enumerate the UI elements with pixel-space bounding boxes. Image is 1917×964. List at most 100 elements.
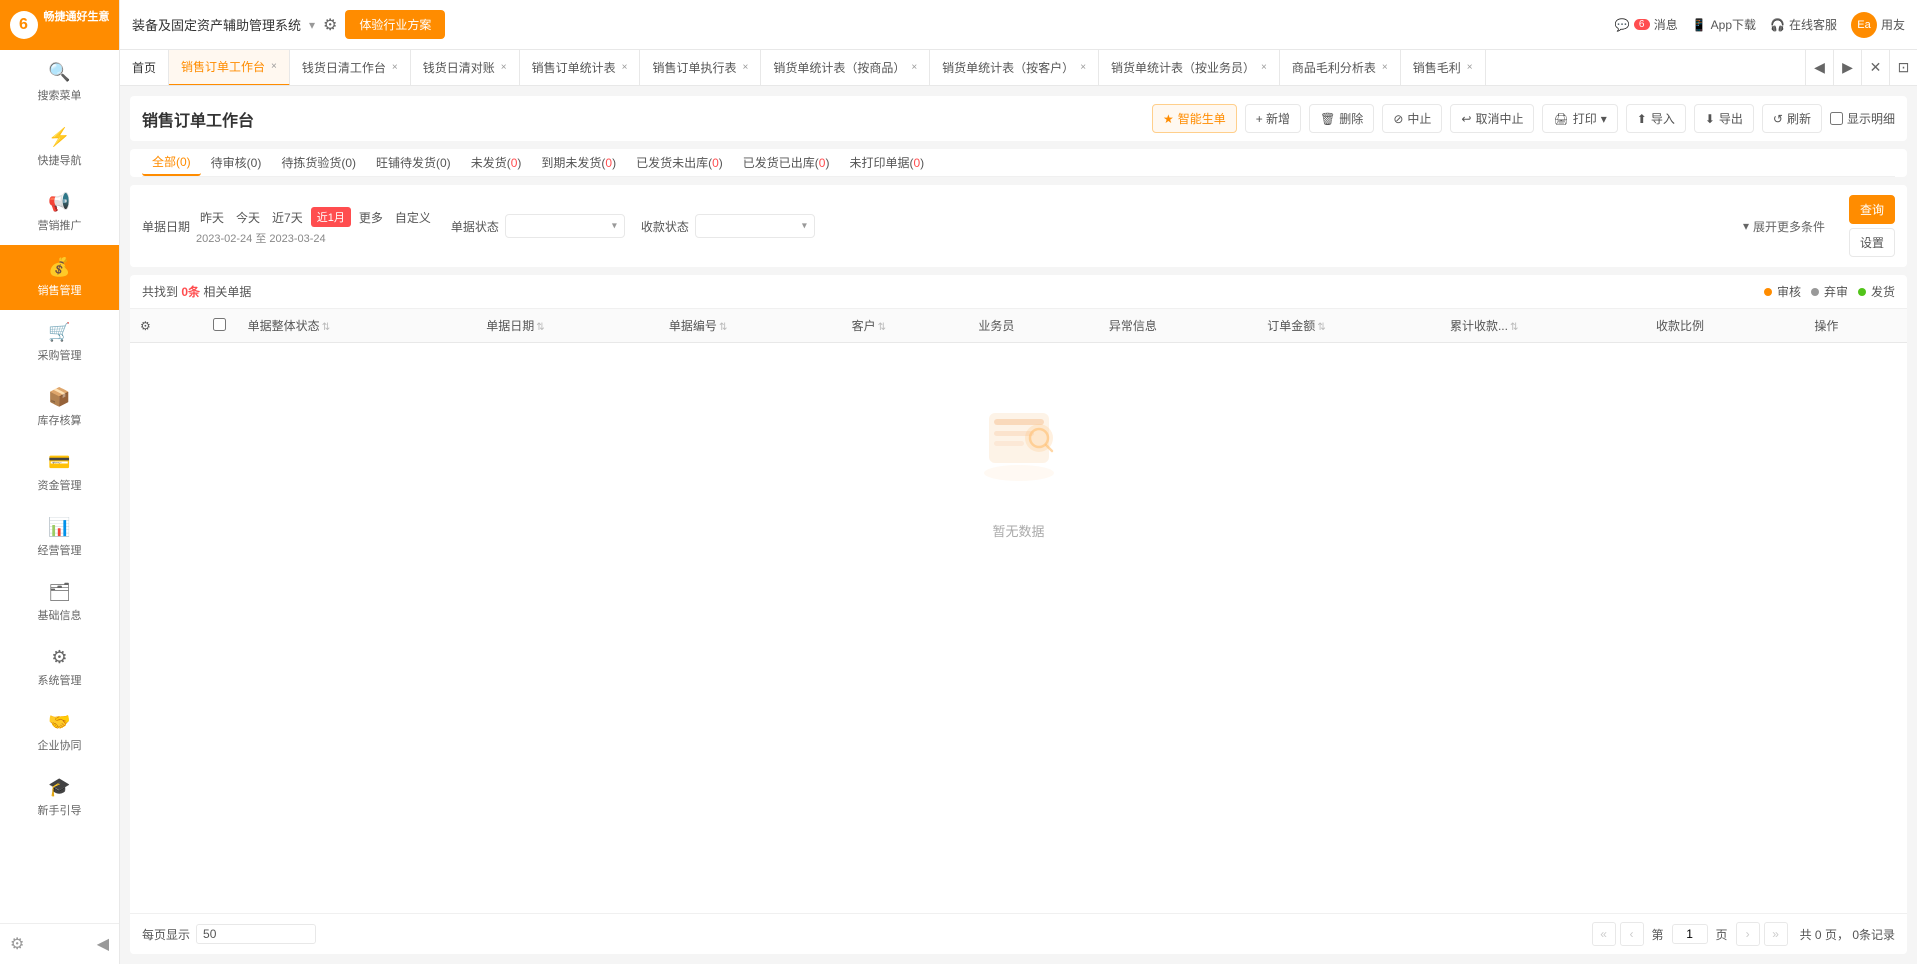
filter-expand-btn[interactable]: ▾ 展开更多条件	[1743, 218, 1825, 235]
sidebar-item-system[interactable]: ⚙系统管理	[0, 635, 119, 700]
sidebar-item-operations[interactable]: 📊经营管理	[0, 505, 119, 570]
filter-date-opt-today[interactable]: 今天	[232, 207, 264, 228]
topbar-dropdown-icon[interactable]: ▾	[309, 18, 315, 32]
next-page-btn[interactable]: ›	[1736, 922, 1760, 946]
col-header-number[interactable]: 单据编号⇅	[659, 309, 842, 343]
select-all-checkbox[interactable]	[213, 318, 226, 331]
sidebar-collapse-icon[interactable]: ◀	[97, 934, 109, 954]
tab-close-sales-by-staff[interactable]: ×	[1261, 62, 1267, 73]
tab-close-all-btn[interactable]: ✕	[1861, 50, 1889, 86]
tab-close-gross-margin[interactable]: ×	[1382, 62, 1388, 73]
filter-date-options: 昨天今天近7天近1月更多自定义	[196, 207, 435, 228]
tab-sales-more[interactable]: 销售毛利×	[1401, 50, 1486, 86]
current-page-input[interactable]: 1	[1672, 924, 1708, 944]
tab-gross-margin[interactable]: 商品毛利分析表×	[1280, 50, 1401, 86]
sidebar-item-guide[interactable]: 🎓新手引导	[0, 765, 119, 830]
filter-date-opt-custom[interactable]: 自定义	[391, 207, 435, 228]
user-btn[interactable]: Ea 用友	[1851, 12, 1905, 38]
message-btn[interactable]: 💬 6 消息	[1615, 16, 1678, 33]
tab-expand-btn[interactable]: ⊡	[1889, 50, 1917, 86]
col-header-status[interactable]: 单据整体状态⇅	[238, 309, 477, 343]
subtab-wangpu-shipping[interactable]: 旺铺待发货(0)	[366, 150, 461, 175]
smart-gen-btn[interactable]: ★ 智能生单	[1152, 104, 1237, 133]
tab-sales-workbench[interactable]: 销售订单工作台×	[169, 50, 290, 86]
sidebar: 6 畅捷通好生意 标准版 🔍搜索菜单⚡快捷导航📢营销推广💰销售管理🛒采购管理📦库…	[0, 0, 120, 964]
subtab-pending-inspect[interactable]: 待拣货验货(0)	[271, 150, 366, 175]
show-detail-checkbox[interactable]	[1830, 112, 1843, 125]
tab-sales-by-staff[interactable]: 销货单统计表（按业务员）×	[1099, 50, 1280, 86]
tab-sales-by-customer[interactable]: 销货单统计表（按客户）×	[930, 50, 1099, 86]
topbar-gear-icon[interactable]: ⚙	[323, 15, 337, 35]
filter-date-opt-more[interactable]: 更多	[355, 207, 387, 228]
app-download-btn[interactable]: 📱 App下载	[1692, 16, 1756, 33]
tab-close-cash-daily[interactable]: ×	[392, 62, 398, 73]
reject-action[interactable]: 弃审	[1811, 283, 1848, 300]
tab-close-sales-exec[interactable]: ×	[742, 62, 748, 73]
tab-scroll-right-btn[interactable]: ▶	[1833, 50, 1861, 86]
show-detail-label: 显示明细	[1847, 110, 1895, 127]
filter-date-opt-yesterday[interactable]: 昨天	[196, 207, 228, 228]
col-header-amount[interactable]: 订单金额⇅	[1257, 309, 1440, 343]
col-header-date[interactable]: 单据日期⇅	[476, 309, 659, 343]
col-header-cumulative[interactable]: 累计收款...⇅	[1440, 309, 1646, 343]
tab-close-sales-by-product[interactable]: ×	[911, 62, 917, 73]
tab-sales-by-product[interactable]: 销货单统计表（按商品）×	[761, 50, 930, 86]
subtab-not-printed[interactable]: 未打印单据(0)	[839, 150, 934, 175]
last-page-btn[interactable]: »	[1764, 922, 1788, 946]
sidebar-item-enterprise[interactable]: 🤝企业协同	[0, 700, 119, 765]
delete-btn[interactable]: 🗑 删除	[1309, 104, 1374, 133]
filter-date-opt-last1m[interactable]: 近1月	[311, 207, 351, 227]
filter-status-select[interactable]	[505, 214, 625, 238]
sidebar-item-quicknav[interactable]: ⚡快捷导航	[0, 115, 119, 180]
tab-home[interactable]: 首页	[120, 50, 169, 86]
ship-action[interactable]: 发货	[1858, 283, 1895, 300]
subtab-shipped-out[interactable]: 已发货已出库(0)	[733, 150, 840, 175]
tab-close-sales-more[interactable]: ×	[1467, 62, 1473, 73]
sidebar-settings-icon[interactable]: ⚙	[10, 934, 24, 954]
subtab-expired-not-shipped[interactable]: 到期未发货(0)	[531, 150, 626, 175]
new-btn[interactable]: + 新增	[1245, 104, 1301, 133]
tab-sales-exec[interactable]: 销售订单执行表×	[640, 50, 761, 86]
sidebar-item-marketing[interactable]: 📢营销推广	[0, 180, 119, 245]
show-detail-checkbox-label[interactable]: 显示明细	[1830, 110, 1895, 127]
query-btn[interactable]: 查询	[1849, 195, 1895, 224]
sidebar-item-finance[interactable]: 💳资金管理	[0, 440, 119, 505]
tab-close-cash-reconcile[interactable]: ×	[501, 62, 507, 73]
sidebar-item-sales[interactable]: 💰销售管理	[0, 245, 119, 310]
sidebar-item-purchase[interactable]: 🛒采购管理	[0, 310, 119, 375]
tab-scroll-left-btn[interactable]: ◀	[1805, 50, 1833, 86]
sidebar-item-inventory[interactable]: 📦库存核算	[0, 375, 119, 440]
prev-page-btn[interactable]: ‹	[1620, 922, 1644, 946]
refresh-btn[interactable]: ↺ 刷新	[1762, 104, 1822, 133]
filter-expand-label: 展开更多条件	[1753, 218, 1825, 235]
tab-cash-reconcile[interactable]: 钱货日清对账×	[411, 50, 520, 86]
subtab-all[interactable]: 全部(0)	[142, 149, 201, 176]
tab-close-sales-workbench[interactable]: ×	[271, 61, 277, 72]
cancel-stop-btn[interactable]: ↩ 取消中止	[1450, 104, 1534, 133]
subtab-pending-review[interactable]: 待审核(0)	[201, 150, 272, 175]
page-size-select[interactable]: 102050100	[196, 924, 316, 944]
sidebar-item-search[interactable]: 🔍搜索菜单	[0, 50, 119, 115]
tab-close-sales-by-customer[interactable]: ×	[1080, 62, 1086, 73]
col-header-payment_ratio: 收款比例	[1646, 309, 1804, 343]
tab-close-sales-stats[interactable]: ×	[622, 62, 628, 73]
stop-btn[interactable]: ⊘ 中止	[1382, 104, 1442, 133]
industry-btn[interactable]: 体验行业方案	[345, 10, 445, 39]
online-service-btn[interactable]: 🎧 在线客服	[1770, 16, 1837, 33]
topbar-right: 💬 6 消息 📱 App下载 🎧 在线客服 Ea 用友	[1615, 12, 1905, 38]
first-page-btn[interactable]: «	[1592, 922, 1616, 946]
sidebar-item-baseinfo[interactable]: 🗂基础信息	[0, 570, 119, 635]
col-header-operation: 操作	[1804, 309, 1907, 343]
filter-date-opt-last7[interactable]: 近7天	[268, 207, 307, 228]
filter-payment-select[interactable]	[695, 214, 815, 238]
subtab-shipped-not-out[interactable]: 已发货未出库(0)	[626, 150, 733, 175]
subtab-not-shipped[interactable]: 未发货(0)	[461, 150, 532, 175]
tab-sales-stats[interactable]: 销售订单统计表×	[520, 50, 641, 86]
review-action[interactable]: 审核	[1764, 283, 1801, 300]
tab-cash-daily[interactable]: 钱货日清工作台×	[290, 50, 411, 86]
filter-settings-btn[interactable]: 设置	[1849, 228, 1895, 257]
col-header-customer[interactable]: 客户⇅	[842, 309, 969, 343]
export-btn[interactable]: ⬇ 导出	[1694, 104, 1754, 133]
print-btn[interactable]: 🖨 打印 ▾	[1542, 104, 1617, 133]
import-btn[interactable]: ⬆ 导入	[1626, 104, 1686, 133]
